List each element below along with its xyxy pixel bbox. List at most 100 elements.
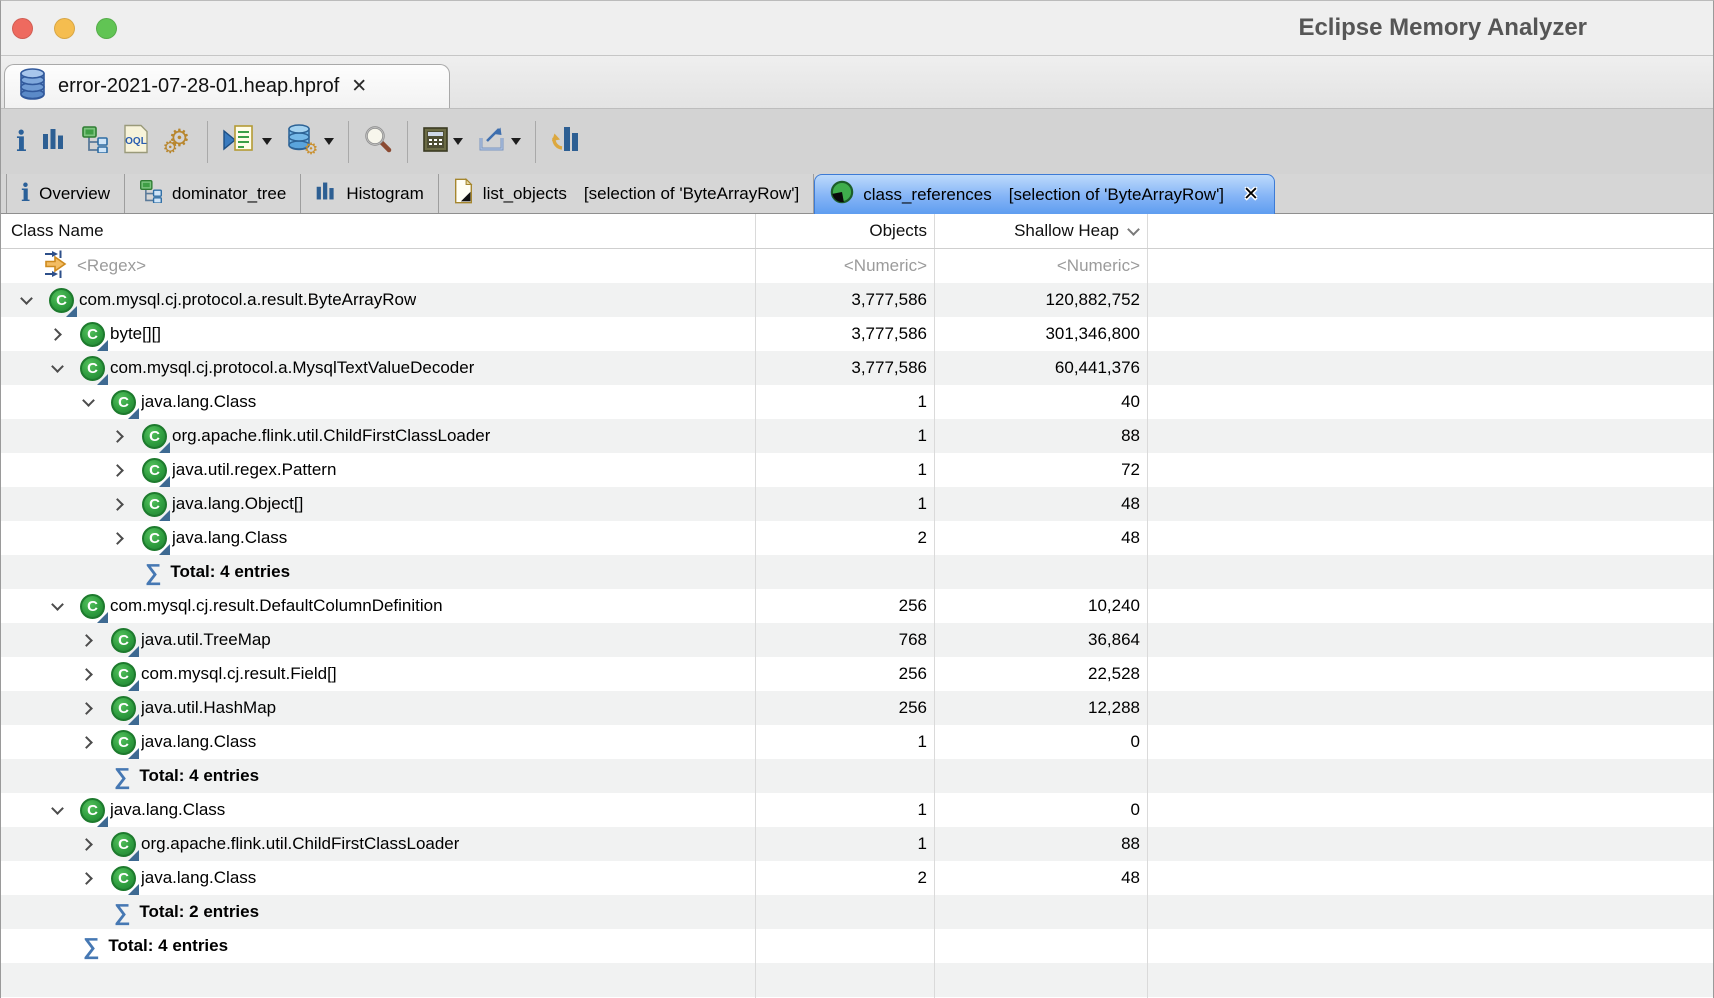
collapse-chevron-icon[interactable] bbox=[16, 291, 36, 305]
collapse-chevron-icon[interactable] bbox=[78, 393, 98, 407]
tree-row[interactable]: Cjava.util.regex.Pattern 1 72 bbox=[1, 453, 1713, 487]
view-tab-label: class_references bbox=[863, 184, 992, 204]
tree-row[interactable]: Cjava.lang.Class 1 0 bbox=[1, 725, 1713, 759]
shallow-heap-value: 10,240 bbox=[935, 589, 1148, 623]
gears-icon: ⚙ ⚙ bbox=[162, 124, 191, 157]
class-name-label: com.mysql.cj.protocol.a.MysqlTextValueDe… bbox=[110, 358, 475, 377]
total-label: Total: 4 entries bbox=[108, 936, 229, 955]
tree-row[interactable]: Cjava.lang.Class 2 48 bbox=[1, 521, 1713, 555]
collapse-chevron-icon[interactable] bbox=[47, 801, 67, 815]
column-header-shallow-heap[interactable]: Shallow Heap bbox=[935, 214, 1148, 248]
compare-to-another-heap-dump-button[interactable] bbox=[543, 118, 587, 166]
pie-icon bbox=[830, 180, 854, 209]
objects-value bbox=[756, 895, 935, 929]
editor-tab-close-icon[interactable]: ✕ bbox=[351, 77, 367, 96]
dominator-tree-button[interactable] bbox=[74, 118, 116, 166]
objects-value: 2 bbox=[756, 861, 935, 895]
view-tab-Overview[interactable]: i Overview bbox=[6, 174, 125, 213]
shallow-heap-value bbox=[935, 759, 1148, 793]
search-button[interactable] bbox=[356, 118, 400, 166]
traffic-lights bbox=[12, 17, 117, 39]
editor-tab-strip: error-2021-07-28-01.heap.hprof ✕ bbox=[1, 56, 1713, 108]
objects-value: 256 bbox=[756, 589, 935, 623]
expand-chevron-icon[interactable] bbox=[109, 429, 129, 443]
expand-chevron-icon[interactable] bbox=[47, 327, 67, 341]
view-tab-dominator_tree[interactable]: dominator_tree bbox=[125, 174, 302, 213]
expand-chevron-icon[interactable] bbox=[78, 837, 98, 851]
shallow-heap-value: 88 bbox=[935, 827, 1148, 861]
collapse-chevron-icon[interactable] bbox=[47, 597, 67, 611]
class-icon: C bbox=[111, 389, 139, 419]
expand-chevron-icon[interactable] bbox=[78, 871, 98, 885]
tree-row[interactable]: Corg.apache.flink.util.ChildFirstClassLo… bbox=[1, 419, 1713, 453]
shallow-heap-filter-field[interactable]: <Numeric> bbox=[935, 249, 1148, 283]
search-icon bbox=[363, 124, 393, 159]
zoom-window-button[interactable] bbox=[96, 17, 117, 39]
tree-row[interactable]: Cjava.lang.Class 1 40 bbox=[1, 385, 1713, 419]
heap-details-icon: ⚙ bbox=[286, 123, 320, 160]
view-tab-class_references[interactable]: class_references [selection of 'ByteArray… bbox=[814, 174, 1275, 214]
toolbar-separator bbox=[406, 120, 408, 163]
tree-row[interactable]: Cjava.util.HashMap 256 12,288 bbox=[1, 691, 1713, 725]
overview-info-button[interactable]: i bbox=[9, 118, 34, 166]
create-histogram-button[interactable] bbox=[34, 118, 74, 166]
expand-chevron-icon[interactable] bbox=[109, 531, 129, 545]
calculator-button[interactable] bbox=[415, 118, 470, 166]
dropdown-arrow-icon bbox=[261, 138, 272, 145]
tree-row[interactable]: Cjava.lang.Object[] 1 48 bbox=[1, 487, 1713, 521]
tree-row[interactable]: Ccom.mysql.cj.result.DefaultColumnDefini… bbox=[1, 589, 1713, 623]
tree-row[interactable]: Cjava.util.TreeMap 768 36,864 bbox=[1, 623, 1713, 657]
tree-row[interactable]: Ccom.mysql.cj.result.Field[] 256 22,528 bbox=[1, 657, 1713, 691]
class-name-cell: Ccom.mysql.cj.result.Field[] bbox=[1, 657, 756, 691]
objects-filter-field[interactable]: <Numeric> bbox=[756, 249, 935, 283]
view-tab-close-icon[interactable]: ✕ bbox=[1243, 185, 1259, 204]
tree-row[interactable]: Cjava.lang.Class 2 48 bbox=[1, 861, 1713, 895]
class-name-cell: Ccom.mysql.cj.result.DefaultColumnDefini… bbox=[1, 589, 756, 623]
expand-chevron-icon[interactable] bbox=[78, 701, 98, 715]
class-name-label: org.apache.flink.util.ChildFirstClassLoa… bbox=[141, 834, 460, 853]
svg-text:OQL: OQL bbox=[125, 136, 147, 147]
column-header-objects[interactable]: Objects bbox=[756, 214, 935, 248]
objects-value: 1 bbox=[756, 793, 935, 827]
oql-icon: OQL bbox=[123, 124, 149, 159]
expand-chevron-icon[interactable] bbox=[78, 633, 98, 647]
open-query-browser-button[interactable] bbox=[215, 118, 279, 166]
tree-row[interactable]: Cjava.lang.Class 1 0 bbox=[1, 793, 1713, 827]
objects-value: 2 bbox=[756, 521, 935, 555]
class-icon: C bbox=[142, 457, 170, 487]
tree-row[interactable]: Corg.apache.flink.util.ChildFirstClassLo… bbox=[1, 827, 1713, 861]
open-oql-studio-button[interactable]: OQL bbox=[116, 118, 156, 166]
editor-tab-heap-file[interactable]: error-2021-07-28-01.heap.hprof ✕ bbox=[4, 64, 450, 108]
export-button[interactable] bbox=[470, 118, 528, 166]
tree-row[interactable]: Ccom.mysql.cj.protocol.a.MysqlTextValueD… bbox=[1, 351, 1713, 385]
class-name-cell: Corg.apache.flink.util.ChildFirstClassLo… bbox=[1, 827, 756, 861]
class-icon: C bbox=[80, 355, 108, 385]
class-icon: C bbox=[111, 729, 139, 759]
expand-chevron-icon[interactable] bbox=[78, 667, 98, 681]
heap-dump-details-button[interactable]: ⚙ bbox=[279, 118, 341, 166]
total-row: ∑ Total: 2 entries bbox=[1, 895, 1713, 929]
shallow-heap-value: 12,288 bbox=[935, 691, 1148, 725]
minimize-window-button[interactable] bbox=[54, 17, 75, 39]
eclipse-memory-analyzer-window: { "window": { "title": "Eclipse Memory A… bbox=[0, 0, 1714, 998]
collapse-chevron-icon[interactable] bbox=[47, 359, 67, 373]
view-tab-Histogram[interactable]: Histogram bbox=[301, 174, 439, 213]
expand-chevron-icon[interactable] bbox=[78, 735, 98, 749]
view-tab-list_objects[interactable]: list_objects [selection of 'ByteArrayRow'… bbox=[439, 174, 815, 213]
objects-value: 256 bbox=[756, 691, 935, 725]
class-icon: C bbox=[111, 865, 139, 895]
column-header-class-name[interactable]: Class Name bbox=[1, 214, 756, 248]
shallow-heap-value: 72 bbox=[935, 453, 1148, 487]
dominator-tree-icon bbox=[81, 125, 109, 158]
thread-overview-button[interactable]: ⚙ ⚙ bbox=[156, 118, 200, 166]
sigma-icon: ∑ bbox=[114, 762, 131, 789]
class-name-filter-field[interactable]: <Regex> bbox=[1, 249, 756, 283]
expand-chevron-icon[interactable] bbox=[109, 463, 129, 477]
close-window-button[interactable] bbox=[12, 17, 33, 39]
total-label: Total: 4 entries bbox=[170, 562, 291, 581]
tree-row[interactable]: Cbyte[][] 3,777,586 301,346,800 bbox=[1, 317, 1713, 351]
class-icon: C bbox=[111, 627, 139, 657]
class-name-label: com.mysql.cj.result.Field[] bbox=[141, 664, 337, 683]
tree-row[interactable]: Ccom.mysql.cj.protocol.a.result.ByteArra… bbox=[1, 283, 1713, 317]
expand-chevron-icon[interactable] bbox=[109, 497, 129, 511]
